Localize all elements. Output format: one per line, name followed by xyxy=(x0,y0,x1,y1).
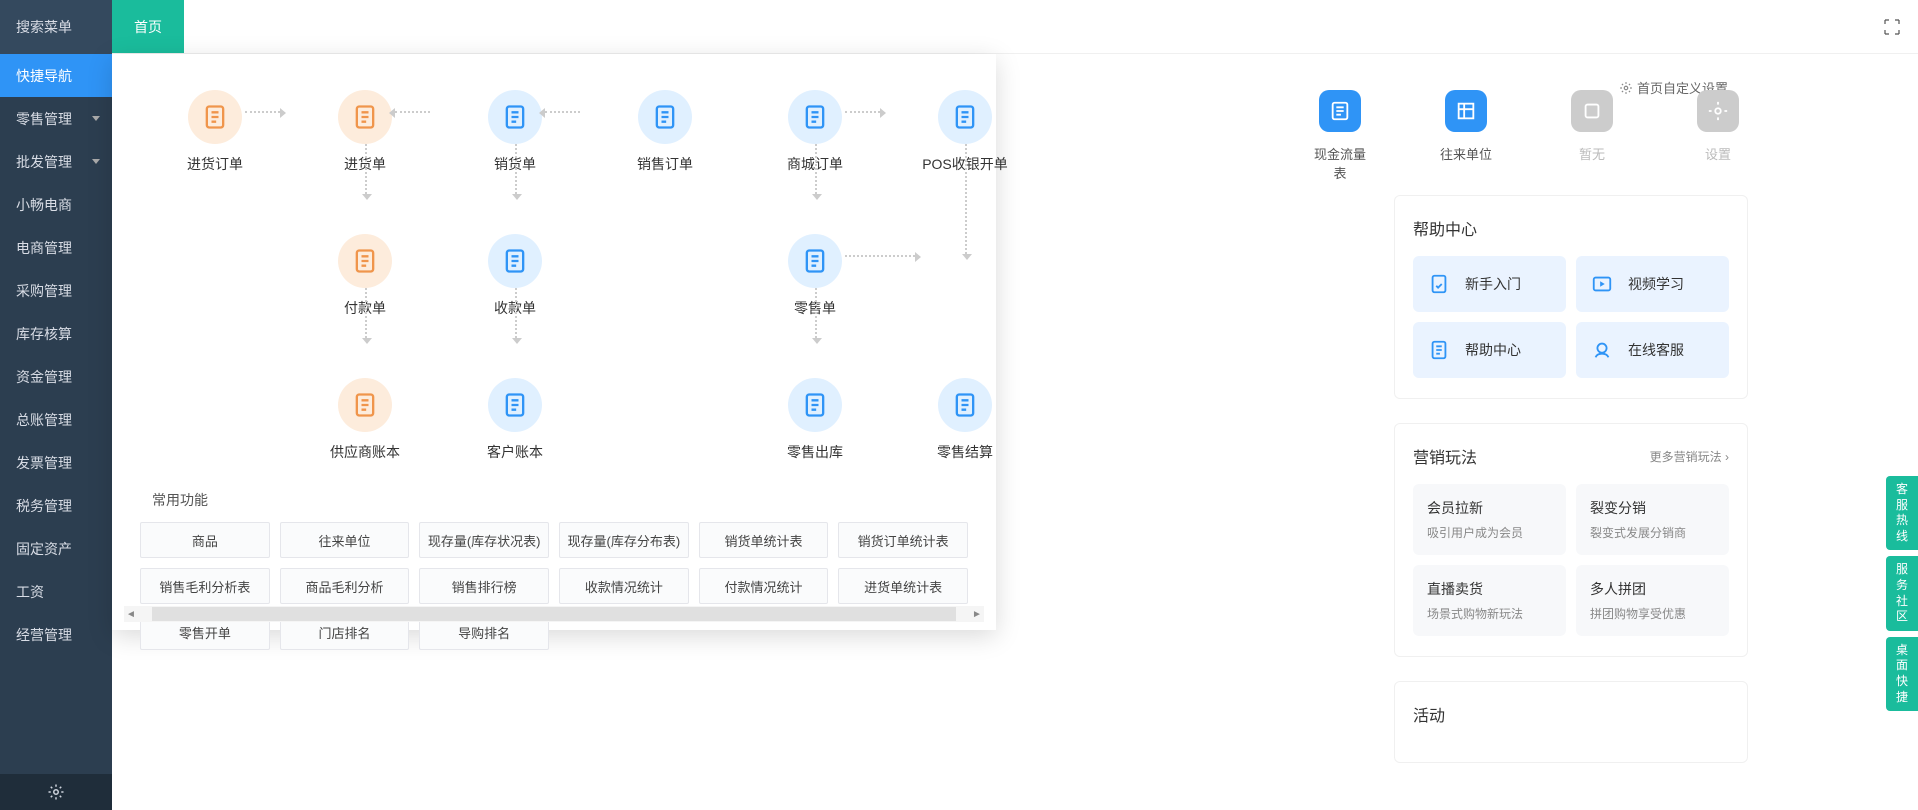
sidebar-settings-icon[interactable] xyxy=(0,774,112,810)
sidebar-item-2[interactable]: 批发管理 xyxy=(0,140,112,183)
help-item-3[interactable]: 在线客服 xyxy=(1576,322,1729,378)
sidebar-item-4[interactable]: 电商管理 xyxy=(0,226,112,269)
sidebar-item-5[interactable]: 采购管理 xyxy=(0,269,112,312)
sidebar-item-12[interactable]: 工资 xyxy=(0,570,112,613)
func-button-2[interactable]: 现存量(库存状况表) xyxy=(419,522,549,558)
flyout-scrollbar[interactable]: ◄ ► xyxy=(124,606,984,622)
marketing-more-link[interactable]: 更多营销玩法 › xyxy=(1650,448,1729,465)
func-button-9[interactable]: 收款情况统计 xyxy=(559,568,689,604)
help-center-panel: 帮助中心 新手入门视频学习帮助中心在线客服 xyxy=(1394,195,1748,399)
quick-icon-1[interactable]: 往来单位 xyxy=(1436,90,1496,182)
sidebar-item-7[interactable]: 资金管理 xyxy=(0,355,112,398)
help-icon xyxy=(1590,338,1614,362)
help-icon xyxy=(1427,272,1451,296)
func-button-8[interactable]: 销售排行榜 xyxy=(419,568,549,604)
right-edge-badges: 客服热线服务社区桌面快捷 xyxy=(1886,476,1918,711)
sidebar-item-0[interactable]: 快捷导航 xyxy=(0,54,112,97)
common-functions-title: 常用功能 xyxy=(152,490,968,510)
flow-node-客户账本[interactable]: 客户账本 xyxy=(440,378,590,462)
func-button-4[interactable]: 销货单统计表 xyxy=(699,522,829,558)
sidebar-search[interactable]: 搜索菜单 xyxy=(0,0,112,54)
flow-node-零售结算[interactable]: 零售结算 xyxy=(890,378,1040,462)
marketing-title: 营销玩法 xyxy=(1413,444,1477,468)
func-button-3[interactable]: 现存量(库存分布表) xyxy=(559,522,689,558)
func-button-1[interactable]: 往来单位 xyxy=(280,522,410,558)
fullscreen-icon[interactable] xyxy=(1878,13,1906,41)
flow-node-进货订单[interactable]: 进货订单 xyxy=(140,90,290,174)
tab-bar: 首页 xyxy=(112,0,1918,54)
sidebar-item-13[interactable]: 经营管理 xyxy=(0,613,112,656)
scroll-left-icon[interactable]: ◄ xyxy=(124,609,138,620)
sidebar-item-8[interactable]: 总账管理 xyxy=(0,398,112,441)
func-button-10[interactable]: 付款情况统计 xyxy=(699,568,829,604)
sidebar-item-10[interactable]: 税务管理 xyxy=(0,484,112,527)
func-button-5[interactable]: 销货订单统计表 xyxy=(838,522,968,558)
flow-arrow xyxy=(245,111,280,113)
help-item-1[interactable]: 视频学习 xyxy=(1576,256,1729,312)
flow-node-销售订单[interactable]: 销售订单 xyxy=(590,90,740,174)
help-icon xyxy=(1427,338,1451,362)
quick-icon-0[interactable]: 现金流量表 xyxy=(1310,90,1370,182)
flow-arrow xyxy=(515,144,517,194)
flow-arrow xyxy=(395,111,430,113)
quick-icon-3[interactable]: 设置 xyxy=(1688,90,1748,182)
flow-arrow xyxy=(545,111,580,113)
help-item-0[interactable]: 新手入门 xyxy=(1413,256,1566,312)
activity-title: 活动 xyxy=(1413,702,1729,726)
help-center-title: 帮助中心 xyxy=(1413,216,1729,240)
flow-arrow xyxy=(815,288,817,338)
func-button-11[interactable]: 进货单统计表 xyxy=(838,568,968,604)
tab-home[interactable]: 首页 xyxy=(112,0,184,53)
side-badge-2[interactable]: 桌面快捷 xyxy=(1886,637,1918,711)
quick-icon-2[interactable]: 暂无 xyxy=(1562,90,1622,182)
side-badge-0[interactable]: 客服热线 xyxy=(1886,476,1918,550)
flow-arrow xyxy=(845,111,880,113)
flow-arrow xyxy=(845,255,915,257)
marketing-item-2[interactable]: 直播卖货场景式购物新玩法 xyxy=(1413,565,1566,636)
scroll-right-icon[interactable]: ► xyxy=(970,609,984,620)
quick-icons-row: 现金流量表 往来单位 暂无设置 xyxy=(1310,90,1748,182)
quick-nav-flyout: 进货订单进货单销货单销售订单商城订单POS收银开单 付款单收款单零售单 供应商账… xyxy=(112,54,996,630)
sidebar-item-9[interactable]: 发票管理 xyxy=(0,441,112,484)
sidebar-item-6[interactable]: 库存核算 xyxy=(0,312,112,355)
marketing-item-1[interactable]: 裂变分销裂变式发展分销商 xyxy=(1576,484,1729,555)
sidebar-item-3[interactable]: 小畅电商 xyxy=(0,183,112,226)
func-button-7[interactable]: 商品毛利分析 xyxy=(280,568,410,604)
func-button-6[interactable]: 销售毛利分析表 xyxy=(140,568,270,604)
func-button-0[interactable]: 商品 xyxy=(140,522,270,558)
help-icon xyxy=(1590,272,1614,296)
flow-arrow xyxy=(365,288,367,338)
marketing-panel: 营销玩法 更多营销玩法 › 会员拉新吸引用户成为会员裂变分销裂变式发展分销商直播… xyxy=(1394,423,1748,657)
marketing-item-3[interactable]: 多人拼团拼团购物享受优惠 xyxy=(1576,565,1729,636)
marketing-item-0[interactable]: 会员拉新吸引用户成为会员 xyxy=(1413,484,1566,555)
sidebar-item-11[interactable]: 固定资产 xyxy=(0,527,112,570)
flow-arrow xyxy=(515,288,517,338)
flow-arrow xyxy=(365,144,367,194)
sidebar-item-1[interactable]: 零售管理 xyxy=(0,97,112,140)
help-item-2[interactable]: 帮助中心 xyxy=(1413,322,1566,378)
flow-node-零售出库[interactable]: 零售出库 xyxy=(740,378,890,462)
sidebar: 搜索菜单快捷导航零售管理批发管理小畅电商电商管理采购管理库存核算资金管理总账管理… xyxy=(0,0,112,810)
flow-arrow xyxy=(815,144,817,194)
flow-node-供应商账本[interactable]: 供应商账本 xyxy=(290,378,440,462)
side-badge-1[interactable]: 服务社区 xyxy=(1886,556,1918,630)
activity-panel: 活动 xyxy=(1394,681,1748,763)
